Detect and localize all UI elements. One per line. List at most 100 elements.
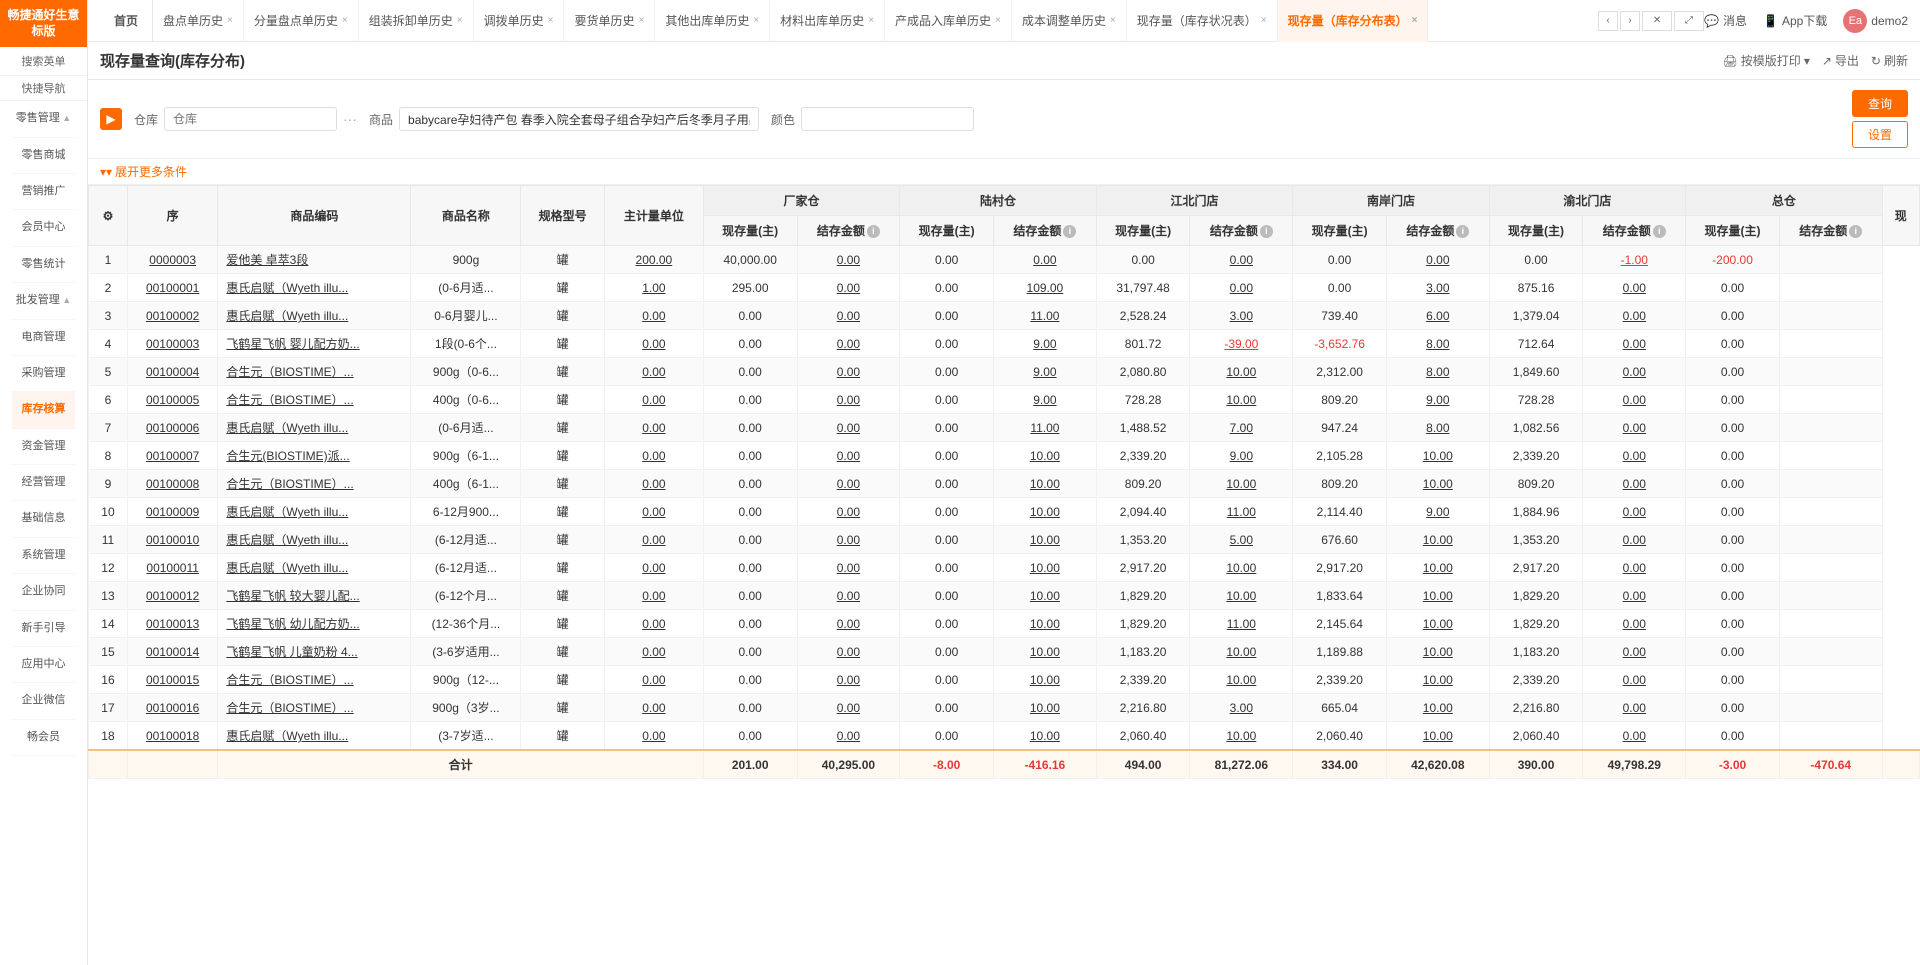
nav-home[interactable]: 首页 [100,0,153,42]
row-unit: 罐 [521,246,604,274]
sidebar-item-operations[interactable]: 经营管理 [12,465,75,501]
sidebar-item-retail-store[interactable]: 零售商城 [12,138,75,174]
header-app-download[interactable]: 📱 App下载 [1763,12,1827,29]
sidebar-item-wholesale-mgmt[interactable]: 批发管理 ▲ [12,283,75,319]
print-btn[interactable]: 🖨 按模版打印 ▾ [1723,52,1810,69]
top-nav-tab-0[interactable]: 盘点单历史× [153,0,244,42]
sidebar-item-retail-stats[interactable]: 零售统计 [12,247,75,283]
jb-qty: 109.00 [994,274,1097,302]
row-unit: 罐 [521,722,604,751]
yb-amt-info-icon[interactable]: i [1653,225,1666,238]
row-name: 飞鹤星飞帆 儿童奶粉 4... [218,638,411,666]
sidebar-item-basic-info[interactable]: 基础信息 [12,501,75,537]
sidebar-item-inventory[interactable]: 库存核算 [12,392,75,428]
top-nav-tab-10[interactable]: 现存量（库存分布表）× [1278,0,1429,42]
tab-nav-close-all[interactable]: ✕ [1642,11,1672,31]
cjc-amt: 0.00 [703,694,797,722]
lcc-qty: 0.00 [797,610,900,638]
na-amt: 947.24 [1293,414,1387,442]
row-spec: 900g [411,246,521,274]
tab-nav-expand[interactable]: ⤢ [1674,11,1704,31]
yb-qty: 10.00 [1386,470,1489,498]
sidebar-item-weixin[interactable]: 企业微信 [12,683,75,719]
sidebar-item-app-center[interactable]: 应用中心 [12,647,75,683]
header-message[interactable]: 💬 消息 [1704,12,1747,29]
header-user[interactable]: Ea demo2 [1843,9,1908,33]
row-name: 惠氏启赋（Wyeth illu... [218,722,411,751]
tab-close-icon[interactable]: × [342,15,348,26]
top-nav-tab-9[interactable]: 现存量（库存状况表）× [1127,0,1278,42]
tab-close-icon[interactable]: × [1261,15,1267,26]
top-nav-tab-3[interactable]: 调拨单历史× [474,0,565,42]
color-input[interactable] [801,107,974,131]
lcc-amt-info-icon[interactable]: i [1063,225,1076,238]
na-amt-info-icon[interactable]: i [1456,225,1469,238]
col-na-amt: 结存金额i [1386,216,1489,246]
sidebar-item-enterprise[interactable]: 企业协同 [12,574,75,610]
top-nav-tab-6[interactable]: 材料出库单历史× [770,0,885,42]
na-amt: 2,114.40 [1293,498,1387,526]
na-qty: 10.00 [1190,358,1293,386]
product-input[interactable] [399,107,759,131]
top-nav-tab-2[interactable]: 组装拆卸单历史× [359,0,474,42]
tab-nav-next[interactable]: › [1620,11,1640,31]
sidebar-quick-nav[interactable]: 快捷导航 [0,76,87,101]
row-no: 18 [89,722,128,751]
top-nav-tab-4[interactable]: 要货单历史× [564,0,655,42]
row-name: 惠氏启赋（Wyeth illu... [218,498,411,526]
tab-close-icon[interactable]: × [1110,15,1116,26]
row-unit: 罐 [521,694,604,722]
refresh-btn[interactable]: ↻ 刷新 [1871,52,1908,69]
export-btn[interactable]: ↗ 导出 [1822,52,1859,69]
tab-nav-prev[interactable]: ‹ [1598,11,1618,31]
sidebar-item-ecommerce[interactable]: 电商管理 [12,320,75,356]
top-nav-tab-8[interactable]: 成本调整单历史× [1012,0,1127,42]
top-nav-tab-5[interactable]: 其他出库单历史× [655,0,770,42]
jb-qty: 9.00 [994,386,1097,414]
collapse-arrow[interactable]: ▶ [100,108,122,130]
col-settings[interactable]: ⚙ [89,186,128,246]
zc-amt: 0.00 [1686,554,1780,582]
color-field: 颜色 [771,107,974,131]
settings-button[interactable]: 设置 [1852,121,1908,148]
query-button[interactable]: 查询 [1852,90,1908,117]
zc-amt-info-icon[interactable]: i [1849,225,1862,238]
footer-empty-1 [89,750,128,779]
tab-close-icon[interactable]: × [457,15,463,26]
row-code: 00100010 [127,526,217,554]
current-qty [1779,470,1882,498]
row-code: 00100013 [127,610,217,638]
tab-close-icon[interactable]: × [227,15,233,26]
sidebar-item-guide[interactable]: 新手引导 [12,611,75,647]
warehouse-ellipsis[interactable]: ··· [343,111,357,127]
sidebar-item-finance[interactable]: 资金管理 [12,429,75,465]
table-container[interactable]: ⚙ 序 商品编码 商品名称 规格型号 主计量单位 厂家仓 陆村仓 江北门店 南岸… [88,185,1920,965]
row-unit: 罐 [521,526,604,554]
warehouse-input[interactable] [164,107,337,131]
main-area: 首页 盘点单历史×分量盘点单历史×组装拆卸单历史×调拨单历史×要货单历史×其他出… [88,0,1920,965]
cjc-amt-info-icon[interactable]: i [867,225,880,238]
yb-amt: 1,829.20 [1489,610,1583,638]
sidebar-item-marketing[interactable]: 营销推广 [12,174,75,210]
sidebar-item-purchase[interactable]: 采购管理 [12,356,75,392]
jb-amt-info-icon[interactable]: i [1260,225,1273,238]
sidebar-search[interactable]: 搜索英单 [0,47,87,76]
top-nav-tab-1[interactable]: 分量盘点单历史× [244,0,359,42]
tab-close-icon[interactable]: × [868,15,874,26]
sidebar-item-members[interactable]: 畅会员 [12,720,75,756]
tab-close-icon[interactable]: × [638,15,644,26]
sidebar-item-retail-mgmt[interactable]: 零售管理 ▲ [12,101,75,137]
sidebar-item-system[interactable]: 系统管理 [12,538,75,574]
tab-close-icon[interactable]: × [1412,15,1418,26]
jb-amt: 801.72 [1096,330,1190,358]
cjc-amt: 0.00 [703,470,797,498]
tab-close-icon[interactable]: × [548,15,554,26]
row-spec: 900g（3岁... [411,694,521,722]
sidebar-item-member[interactable]: 会员中心 [12,210,75,246]
lcc-qty: 0.00 [797,442,900,470]
tab-close-icon[interactable]: × [753,15,759,26]
expand-conditions-btn[interactable]: ▾▾ 展开更多条件 [100,163,187,180]
tab-close-icon[interactable]: × [995,15,1001,26]
cjc-amt: 0.00 [703,358,797,386]
top-nav-tab-7[interactable]: 产成品入库单历史× [885,0,1012,42]
